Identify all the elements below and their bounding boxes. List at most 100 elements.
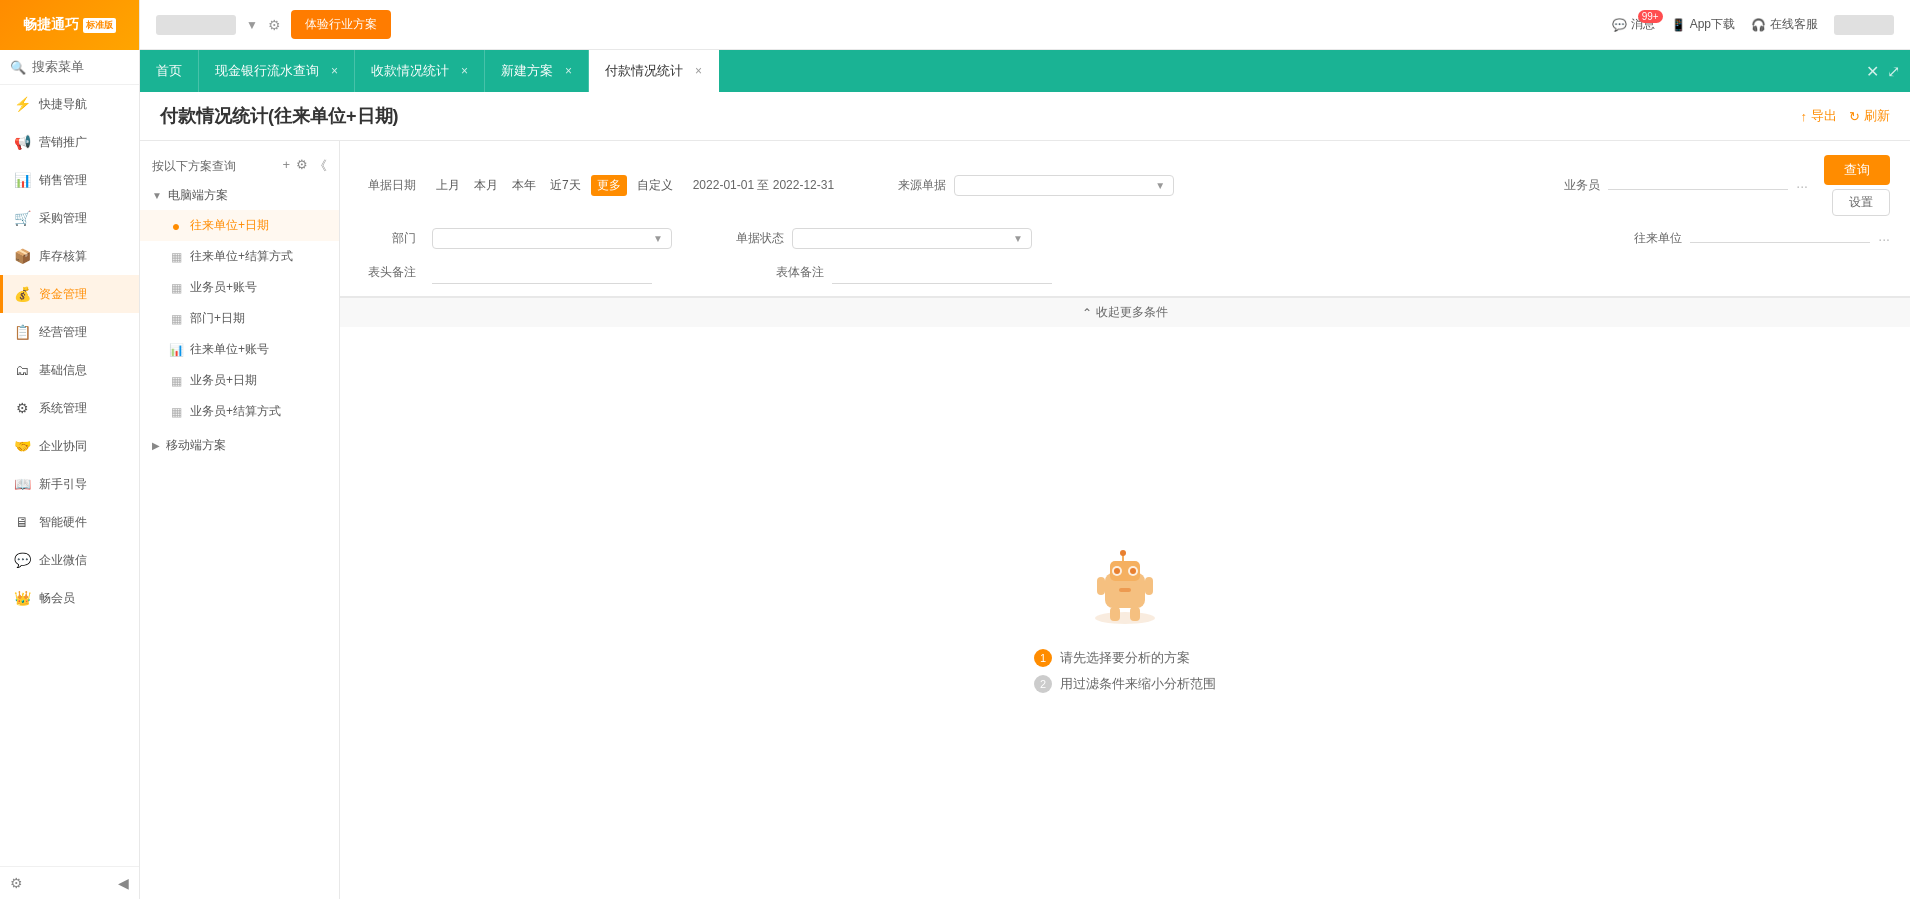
left-panel-actions: + ⚙ 《 bbox=[282, 157, 327, 175]
sidebar-item-member[interactable]: 👑畅会员 bbox=[0, 579, 139, 617]
this-year-btn[interactable]: 本年 bbox=[508, 175, 540, 196]
sidebar-item-purchase[interactable]: 🛒采购管理 bbox=[0, 199, 139, 237]
chevron-down-icon[interactable]: ▼ bbox=[246, 18, 258, 32]
svg-rect-9 bbox=[1145, 577, 1153, 595]
sidebar-item-operations[interactable]: 📋经营管理 bbox=[0, 313, 139, 351]
sidebar-item-inventory[interactable]: 📦库存核算 bbox=[0, 237, 139, 275]
close-tab-icon[interactable]: ✕ bbox=[1866, 62, 1879, 81]
sidebar-item-marketing[interactable]: 📢营销推广 bbox=[0, 123, 139, 161]
export-btn[interactable]: ↑ 导出 bbox=[1801, 107, 1838, 125]
tab-bank-flow[interactable]: 现金银行流水查询 × bbox=[199, 50, 355, 92]
scheme-item-staff-account[interactable]: ▦ 业务员+账号 bbox=[140, 272, 339, 303]
dept-select-arrow: ▼ bbox=[653, 233, 663, 244]
tab-label: 现金银行流水查询 bbox=[215, 62, 319, 80]
scheme-group-title-mobile[interactable]: ▶ 移动端方案 bbox=[140, 431, 339, 460]
sidebar-item-hardware[interactable]: 🖥智能硬件 bbox=[0, 503, 139, 541]
source-label: 来源单据 bbox=[890, 177, 946, 194]
user-name-box bbox=[1834, 15, 1894, 35]
filter-settings-btn[interactable]: 设置 bbox=[1832, 189, 1890, 216]
tip-number-2: 2 bbox=[1034, 675, 1052, 693]
expand-tab-icon[interactable]: ⤢ bbox=[1887, 62, 1900, 81]
source-select[interactable]: ▼ bbox=[954, 175, 1174, 196]
scheme-item-partner-account[interactable]: 📊 往来单位+账号 bbox=[140, 334, 339, 365]
tab-home[interactable]: 首页 bbox=[140, 50, 199, 92]
last-7-btn[interactable]: 近7天 bbox=[546, 175, 585, 196]
empty-state: 1 请先选择要分析的方案 2 用过滤条件来缩小分析范围 bbox=[340, 327, 1910, 899]
custom-btn[interactable]: 自定义 bbox=[633, 175, 677, 196]
tab-close-bank-flow[interactable]: × bbox=[331, 64, 338, 78]
scheme-group-title-desktop[interactable]: ▼ 电脑端方案 bbox=[140, 181, 339, 210]
sidebar-item-quick-nav[interactable]: ⚡ 快捷导航 bbox=[0, 85, 139, 123]
partner-input[interactable] bbox=[1690, 234, 1870, 243]
sidebar-footer: ⚙ ◀ bbox=[0, 866, 139, 899]
body-remark-input[interactable] bbox=[832, 261, 1052, 284]
add-scheme-icon[interactable]: + bbox=[282, 157, 290, 175]
tab-new-plan[interactable]: 新建方案 × bbox=[485, 50, 589, 92]
svg-rect-11 bbox=[1130, 607, 1140, 621]
sidebar-item-sales[interactable]: 📊销售管理 bbox=[0, 161, 139, 199]
sidebar-item-guide[interactable]: 📖新手引导 bbox=[0, 465, 139, 503]
tab-receipt-stats[interactable]: 收款情况统计 × bbox=[355, 50, 485, 92]
scheme-groups: ▼ 电脑端方案 ● 往来单位+日期 ▦ 往来单位+结算方式 ▦ 业务员+账号 ▦… bbox=[140, 181, 339, 460]
tab-payment-stats[interactable]: 付款情况统计× bbox=[589, 50, 719, 92]
sidebar-item-system[interactable]: ⚙系统管理 bbox=[0, 389, 139, 427]
collapse-panel-icon[interactable]: 《 bbox=[314, 157, 327, 175]
more-btn[interactable]: 更多 bbox=[591, 175, 627, 196]
page-header: 付款情况统计(往来单位+日期) ↑ 导出 ↻ 刷新 bbox=[140, 92, 1910, 141]
scheme-icon-staff-settle: ▦ bbox=[168, 404, 184, 420]
last-month-btn[interactable]: 上月 bbox=[432, 175, 464, 196]
doc-status-arrow: ▼ bbox=[1013, 233, 1023, 244]
gear-icon[interactable]: ⚙ bbox=[268, 17, 281, 33]
tab-close-receipt-stats[interactable]: × bbox=[461, 64, 468, 78]
collapse-more-btn[interactable]: ⌃ 收起更多条件 bbox=[340, 297, 1910, 327]
dept-select[interactable]: ▼ bbox=[432, 228, 672, 249]
svg-point-0 bbox=[1095, 612, 1155, 624]
header-remark-input[interactable] bbox=[432, 261, 652, 284]
filter-area: 单据日期 上月 本月 本年 近7天 更多 自定义 2022-01-01 至 20… bbox=[340, 141, 1910, 297]
app-download-btn[interactable]: 📱 App下载 bbox=[1671, 16, 1735, 33]
partner-dots[interactable]: ··· bbox=[1878, 231, 1890, 247]
salesman-input[interactable] bbox=[1608, 181, 1788, 190]
tab-label: 新建方案 bbox=[501, 62, 553, 80]
sidebar-item-basic-info[interactable]: 🗂基础信息 bbox=[0, 351, 139, 389]
settings-icon[interactable]: ⚙ bbox=[10, 875, 23, 891]
this-month-btn[interactable]: 本月 bbox=[470, 175, 502, 196]
scheme-label: 部门+日期 bbox=[190, 310, 245, 327]
scheme-settings-icon[interactable]: ⚙ bbox=[296, 157, 308, 175]
app-logo: 畅捷通巧 标准版 bbox=[23, 16, 116, 34]
sidebar-item-label: 快捷导航 bbox=[39, 96, 87, 113]
sidebar-item-finance[interactable]: 💰资金管理 bbox=[0, 275, 139, 313]
scheme-item-partner-settle[interactable]: ▦ 往来单位+结算方式 bbox=[140, 241, 339, 272]
online-service-btn[interactable]: 🎧 在线客服 bbox=[1751, 16, 1818, 33]
scheme-label: 业务员+日期 bbox=[190, 372, 257, 389]
doc-status-select[interactable]: ▼ bbox=[792, 228, 1032, 249]
finance-icon: 💰 bbox=[13, 285, 31, 303]
tab-label: 收款情况统计 bbox=[371, 62, 449, 80]
chevron-up-icon: ⌃ bbox=[1082, 306, 1092, 320]
search-menu[interactable]: 🔍 搜索菜单 bbox=[0, 50, 139, 85]
group-collapse-icon: ▼ bbox=[152, 190, 162, 201]
tab-close-new-plan[interactable]: × bbox=[565, 64, 572, 78]
query-btn[interactable]: 查询 bbox=[1824, 155, 1890, 185]
download-icon: 📱 bbox=[1671, 18, 1686, 32]
quick-nav-icon: ⚡ bbox=[13, 95, 31, 113]
scheme-item-dept-date[interactable]: ▦ 部门+日期 bbox=[140, 303, 339, 334]
notification-btn[interactable]: 💬 消息 99+ bbox=[1612, 16, 1655, 33]
sidebar-item-enterprise[interactable]: 🤝企业协同 bbox=[0, 427, 139, 465]
tab-close-payment-stats[interactable]: × bbox=[695, 64, 702, 78]
trial-btn[interactable]: 体验行业方案 bbox=[291, 10, 391, 39]
filter-row-2: 部门 ▼ 单据状态 ▼ 往来单 bbox=[360, 228, 1890, 249]
collapse-icon[interactable]: ◀ bbox=[118, 875, 129, 891]
salesman-label: 业务员 bbox=[1544, 177, 1600, 194]
refresh-btn[interactable]: ↻ 刷新 bbox=[1849, 107, 1890, 125]
salesman-dots[interactable]: ··· bbox=[1796, 178, 1808, 194]
svg-rect-8 bbox=[1097, 577, 1105, 595]
top-nav-right: 💬 消息 99+ 📱 App下载 🎧 在线客服 bbox=[1612, 15, 1894, 35]
scheme-item-partner-date[interactable]: ● 往来单位+日期 bbox=[140, 210, 339, 241]
sidebar-item-label: 基础信息 bbox=[39, 362, 87, 379]
sidebar-item-wechat[interactable]: 💬企业微信 bbox=[0, 541, 139, 579]
scheme-icon-dept-date: ▦ bbox=[168, 311, 184, 327]
scheme-item-staff-date[interactable]: ▦ 业务员+日期 bbox=[140, 365, 339, 396]
sidebar-item-label: 采购管理 bbox=[39, 210, 87, 227]
scheme-item-staff-settle[interactable]: ▦ 业务员+结算方式 bbox=[140, 396, 339, 427]
